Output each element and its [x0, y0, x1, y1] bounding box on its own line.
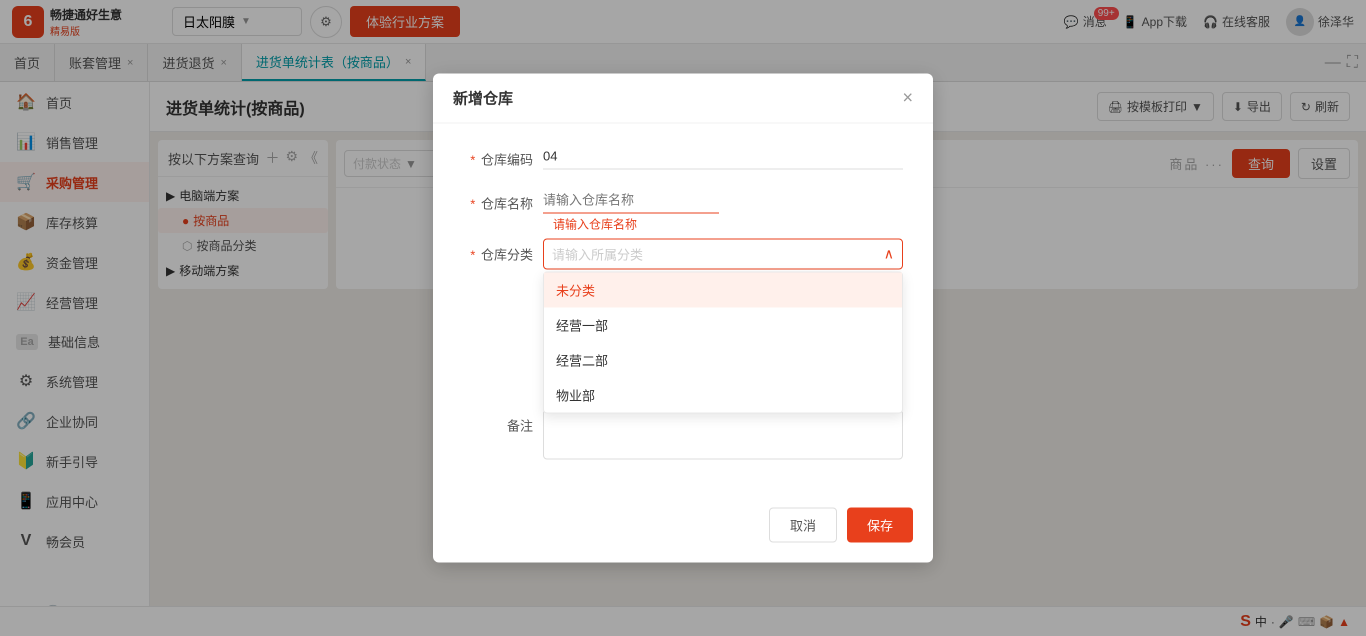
- category-chevron-icon: ∧: [884, 246, 894, 263]
- cancel-button[interactable]: 取消: [769, 508, 837, 543]
- warehouse-code-label: * 仓库编码: [463, 144, 543, 169]
- warehouse-category-label: * 仓库分类: [463, 239, 543, 264]
- warehouse-name-row: * 仓库名称 请输入仓库名称: [463, 188, 903, 233]
- new-warehouse-modal: 新增仓库 × * 仓库编码 * 仓库名称 请输入仓库名称: [433, 74, 933, 563]
- warehouse-name-error: 请输入仓库名称: [553, 216, 637, 233]
- warehouse-name-label: * 仓库名称: [463, 188, 543, 213]
- dropdown-item-dept3[interactable]: 物业部: [544, 378, 902, 413]
- warehouse-note-row: 备注: [463, 410, 903, 460]
- category-dropdown: 未分类 经营一部 经营二部 物业部: [543, 272, 903, 414]
- modal-header: 新增仓库 ×: [433, 74, 933, 124]
- warehouse-code-input[interactable]: [543, 144, 903, 170]
- dropdown-item-uncategorized[interactable]: 未分类: [544, 273, 902, 308]
- modal-title: 新增仓库: [453, 88, 513, 109]
- dropdown-item-dept2[interactable]: 经营二部: [544, 343, 902, 378]
- warehouse-category-select[interactable]: 请输入所属分类 ∧: [543, 239, 903, 270]
- warehouse-code-row: * 仓库编码: [463, 144, 903, 170]
- warehouse-category-row: * 仓库分类 请输入所属分类 ∧ 未分类 经营一部 经营二部 物业部: [463, 239, 903, 270]
- warehouse-note-label: 备注: [463, 410, 543, 435]
- modal-footer: 取消 保存: [433, 498, 933, 563]
- dropdown-item-dept1[interactable]: 经营一部: [544, 308, 902, 343]
- modal-close-button[interactable]: ×: [902, 88, 913, 109]
- save-button[interactable]: 保存: [847, 508, 913, 543]
- modal-body: * 仓库编码 * 仓库名称 请输入仓库名称 * 仓库分类: [433, 124, 933, 498]
- warehouse-name-input[interactable]: [543, 188, 719, 214]
- warehouse-note-input[interactable]: [543, 410, 903, 460]
